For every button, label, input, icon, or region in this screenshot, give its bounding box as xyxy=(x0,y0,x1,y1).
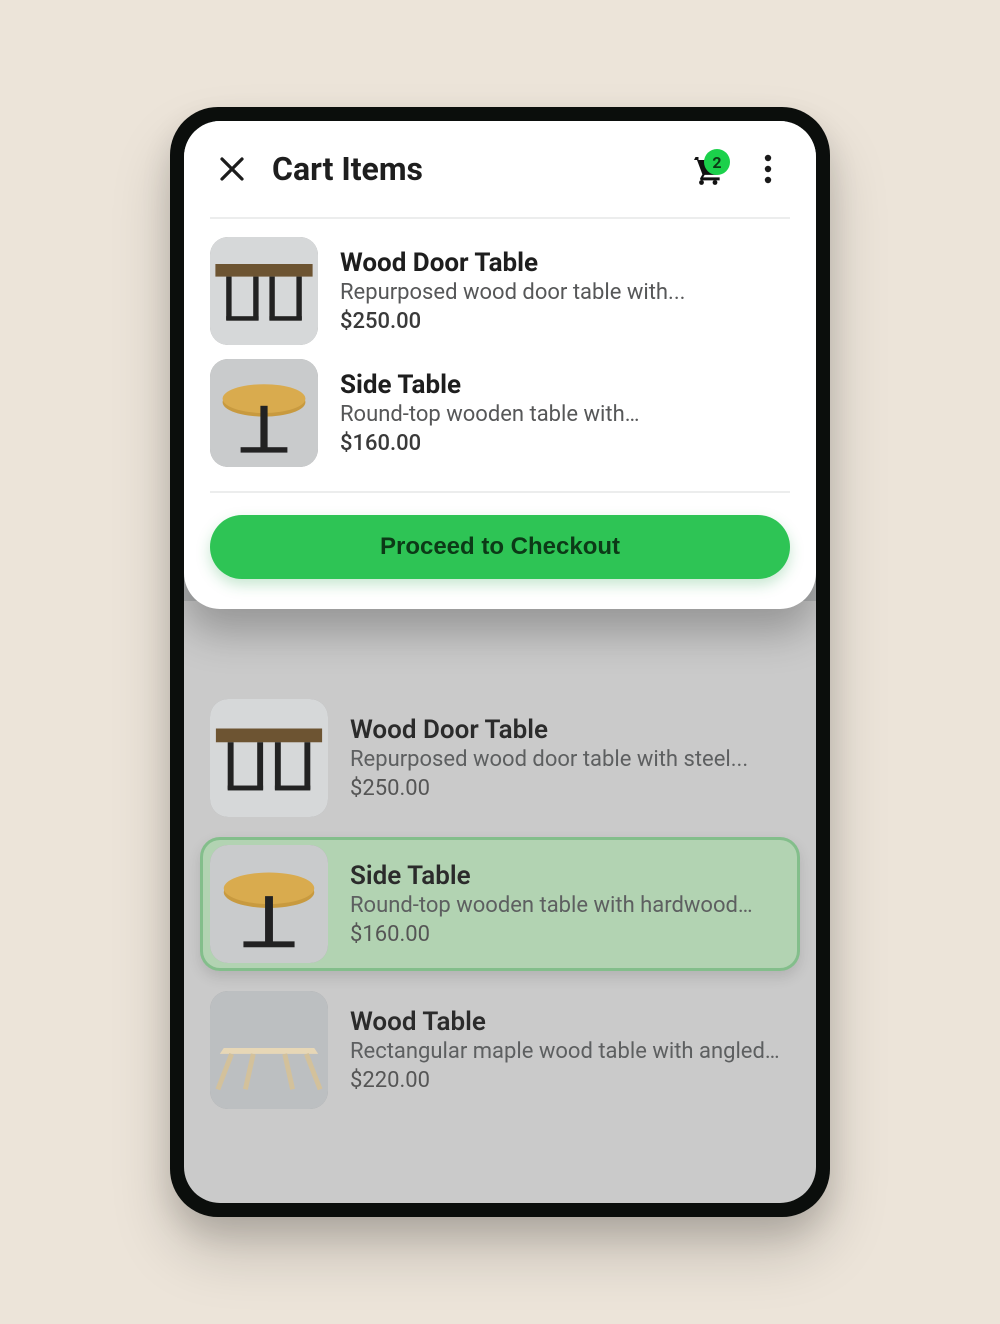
catalog-item-text: Side Table Round-top wooden table with h… xyxy=(350,861,790,947)
catalog-item-name: Wood Door Table xyxy=(350,715,790,745)
catalog-item-text: Wood Table Rectangular maple wood table … xyxy=(350,1007,790,1093)
sheet-title: Cart Items xyxy=(272,150,423,188)
catalog-item[interactable]: Wood Door Table Repurposed wood door tab… xyxy=(200,691,800,825)
divider xyxy=(210,491,790,493)
cart-item-name: Wood Door Table xyxy=(340,248,790,278)
round-table-icon xyxy=(210,845,328,963)
catalog-item-desc: Round-top wooden table with hardwood… xyxy=(350,893,790,918)
cart-sheet: Cart Items 2 Wood Door Table Repurp xyxy=(184,121,816,609)
cart-item[interactable]: Wood Door Table Repurposed wood door tab… xyxy=(210,237,790,345)
cart-item-desc: Round-top wooden table with… xyxy=(340,402,790,427)
catalog-item-desc: Repurposed wood door table with steel... xyxy=(350,747,790,772)
catalog-item-price: $250.00 xyxy=(350,776,790,801)
catalog-item-text: Wood Door Table Repurposed wood door tab… xyxy=(350,715,790,801)
device-screen: Wood Door Table Repurposed wood door tab… xyxy=(184,121,816,1203)
cart-item-text: Wood Door Table Repurposed wood door tab… xyxy=(340,248,790,334)
catalog-item[interactable]: Side Table Round-top wooden table with h… xyxy=(200,837,800,971)
cart-item-price: $250.00 xyxy=(340,309,790,334)
cart-item-price: $160.00 xyxy=(340,431,790,456)
catalog-list: Wood Door Table Repurposed wood door tab… xyxy=(200,691,800,1129)
cart-count-badge: 2 xyxy=(704,149,730,175)
sheet-header: Cart Items 2 xyxy=(210,121,790,213)
rect-table-icon xyxy=(210,237,318,345)
cart-icon[interactable]: 2 xyxy=(684,147,728,191)
rect-table-icon xyxy=(210,699,328,817)
device-frame: Wood Door Table Repurposed wood door tab… xyxy=(170,107,830,1217)
catalog-item-price: $160.00 xyxy=(350,922,790,947)
cart-item-desc: Repurposed wood door table with... xyxy=(340,280,790,305)
close-icon[interactable] xyxy=(210,147,254,191)
catalog-item-name: Wood Table xyxy=(350,1007,790,1037)
cart-item-text: Side Table Round-top wooden table with… … xyxy=(340,370,790,456)
catalog-item[interactable]: Wood Table Rectangular maple wood table … xyxy=(200,983,800,1117)
cart-item-name: Side Table xyxy=(340,370,790,400)
checkout-button[interactable]: Proceed to Checkout xyxy=(210,515,790,579)
divider xyxy=(210,217,790,219)
round-table-icon xyxy=(210,359,318,467)
catalog-item-desc: Rectangular maple wood table with angled… xyxy=(350,1039,790,1064)
angled-table-icon xyxy=(210,991,328,1109)
more-vert-icon[interactable] xyxy=(746,147,790,191)
catalog-item-name: Side Table xyxy=(350,861,790,891)
catalog-item-price: $220.00 xyxy=(350,1068,790,1093)
cart-item[interactable]: Side Table Round-top wooden table with… … xyxy=(210,359,790,467)
